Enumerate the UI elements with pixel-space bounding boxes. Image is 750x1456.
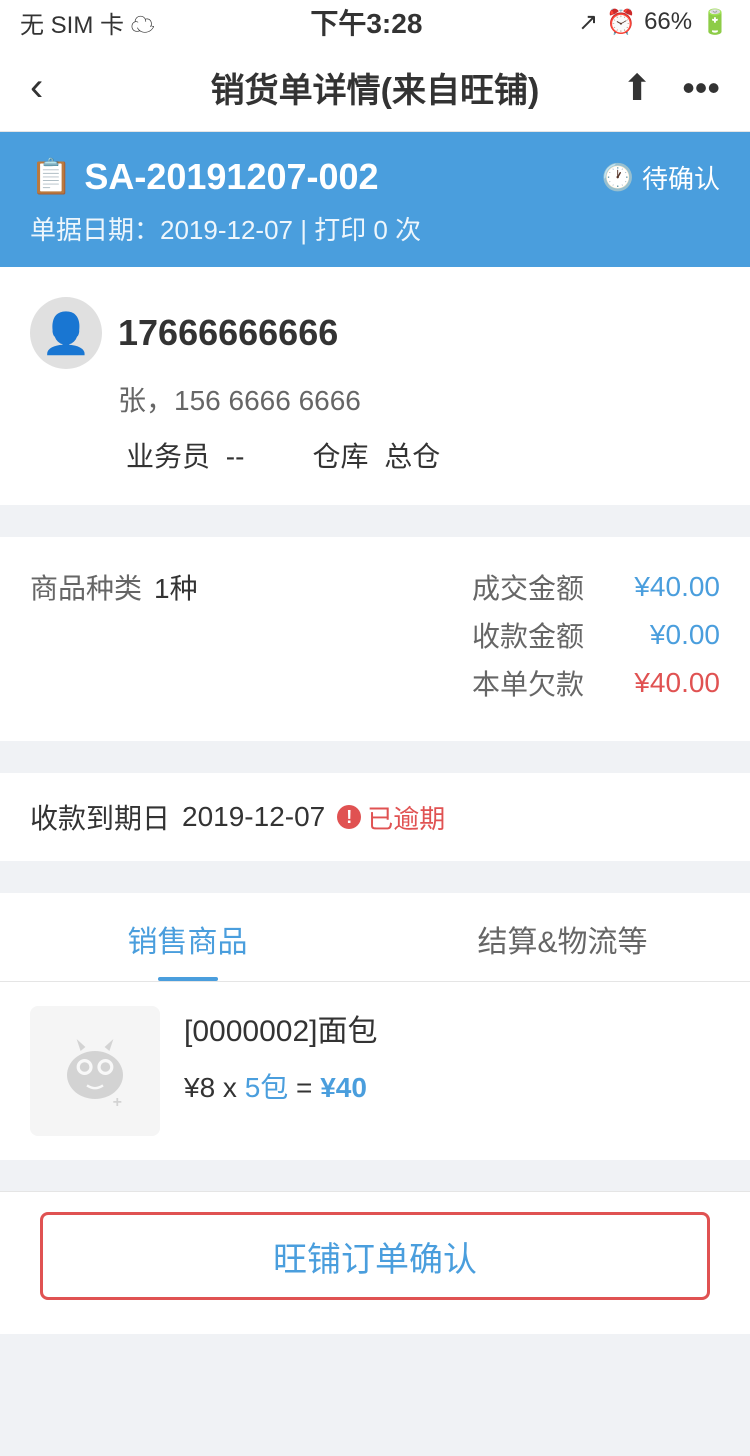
product-quantity: 5包	[245, 1072, 289, 1103]
alarm-icon: ⏰	[606, 8, 636, 37]
order-status: 🕐 待确认	[602, 159, 720, 196]
overdue-icon: !	[337, 805, 361, 829]
status-bar-right: ↗ ⏰ 66% 🔋	[578, 8, 730, 37]
confirm-order-button[interactable]: 旺铺订单确认	[40, 1212, 710, 1300]
sim-status: 无 SIM 卡 ☁	[20, 5, 155, 40]
divider-3	[0, 877, 750, 893]
customer-row: 👤 17666666666	[30, 297, 720, 369]
clock-icon: 🕐	[602, 162, 634, 193]
location-icon: ↗	[578, 8, 598, 37]
order-header-top: 📋 SA-20191207-002 🕐 待确认	[30, 156, 720, 198]
order-icon: 📋	[30, 157, 72, 197]
salesperson-label: 业务员	[126, 441, 210, 472]
order-id: 📋 SA-20191207-002	[30, 156, 379, 198]
status-bar: 无 SIM 卡 ☁ 下午3:28 ↗ ⏰ 66% 🔋	[0, 0, 750, 44]
product-total: ¥40	[320, 1072, 367, 1103]
share-icon[interactable]: ⬆	[622, 67, 652, 109]
product-types-value: 1种	[154, 567, 198, 607]
avatar-icon: 👤	[41, 310, 91, 357]
customer-name-phone: 张，156 6666 6666	[118, 379, 720, 419]
battery-icon: 🔋	[700, 8, 730, 37]
product-card: + [0000002]面包 ¥8 x 5包 = ¥40	[0, 982, 750, 1160]
amounts-right: 成交金额 ¥40.00 收款金额 ¥0.00 本单欠款 ¥40.00	[472, 567, 720, 711]
product-image-placeholder: +	[55, 1031, 135, 1111]
divider-1	[0, 521, 750, 537]
collection-label: 收款金额	[472, 615, 584, 655]
tab-sales-label: 销售商品	[128, 926, 248, 959]
due-date-label: 收款到期日	[30, 797, 170, 837]
collection-amount-row: 收款金额 ¥0.00	[472, 615, 720, 655]
equals-sign: =	[288, 1072, 320, 1103]
warehouse-value: 总仓	[384, 441, 440, 472]
svg-text:+: +	[113, 1094, 122, 1111]
back-button[interactable]: ‹	[30, 65, 43, 110]
transaction-label: 成交金额	[472, 567, 584, 607]
more-icon[interactable]: •••	[682, 67, 720, 109]
due-date-card: 收款到期日 2019-12-07 ! 已逾期	[0, 773, 750, 861]
price-prefix: ¥8 x	[184, 1072, 245, 1103]
product-thumbnail: +	[30, 1006, 160, 1136]
tabs-bar: 销售商品 结算&物流等	[0, 893, 750, 982]
warehouse-label: 仓库	[312, 441, 368, 472]
battery-status: 66%	[644, 8, 692, 36]
order-id-text: SA-20191207-002	[84, 156, 378, 198]
overdue-text: 已逾期	[367, 799, 445, 836]
page-title: 销货单详情(来自旺铺)	[211, 63, 540, 112]
order-date: 单据日期：2019-12-07 | 打印 0 次	[30, 210, 720, 247]
nav-actions: ⬆ •••	[622, 67, 720, 109]
customer-phone: 17666666666	[118, 312, 338, 354]
customer-meta: 业务员 -- 仓库 总仓	[118, 435, 720, 475]
amounts-row: 商品种类 1种 成交金额 ¥40.00 收款金额 ¥0.00 本单欠款 ¥40.…	[30, 567, 720, 711]
order-header: 📋 SA-20191207-002 🕐 待确认 单据日期：2019-12-07 …	[0, 132, 750, 267]
product-price: ¥8 x 5包 = ¥40	[184, 1066, 720, 1106]
warehouse-field: 仓库 总仓	[304, 435, 440, 475]
tab-sales-products[interactable]: 销售商品	[0, 893, 375, 981]
product-types-field: 商品种类 1种	[30, 567, 198, 607]
status-bar-left: 无 SIM 卡 ☁	[20, 5, 155, 40]
divider-2	[0, 757, 750, 773]
collection-value: ¥0.00	[600, 619, 720, 651]
balance-value: ¥40.00	[600, 667, 720, 699]
customer-info-card: 👤 17666666666 张，156 6666 6666 业务员 -- 仓库 …	[0, 267, 750, 505]
nav-bar: ‹ 销货单详情(来自旺铺) ⬆ •••	[0, 44, 750, 132]
product-types-label: 商品种类	[30, 567, 142, 607]
transaction-value: ¥40.00	[600, 571, 720, 603]
transaction-amount-row: 成交金额 ¥40.00	[472, 567, 720, 607]
tab-settlement-label: 结算&物流等	[477, 926, 647, 959]
product-info: [0000002]面包 ¥8 x 5包 = ¥40	[184, 1006, 720, 1106]
due-date-value: 2019-12-07	[182, 801, 325, 833]
product-name: [0000002]面包	[184, 1006, 720, 1050]
order-status-text: 待确认	[642, 159, 720, 196]
amounts-card: 商品种类 1种 成交金额 ¥40.00 收款金额 ¥0.00 本单欠款 ¥40.…	[0, 537, 750, 741]
salesperson-field: 业务员 --	[118, 435, 244, 475]
balance-due-row: 本单欠款 ¥40.00	[472, 663, 720, 703]
tab-settlement[interactable]: 结算&物流等	[375, 893, 750, 981]
status-bar-time: 下午3:28	[310, 2, 422, 42]
overdue-badge: ! 已逾期	[337, 799, 445, 836]
avatar: 👤	[30, 297, 102, 369]
bottom-bar: 旺铺订单确认	[0, 1191, 750, 1334]
balance-label: 本单欠款	[472, 663, 584, 703]
salesperson-value: --	[226, 441, 245, 472]
